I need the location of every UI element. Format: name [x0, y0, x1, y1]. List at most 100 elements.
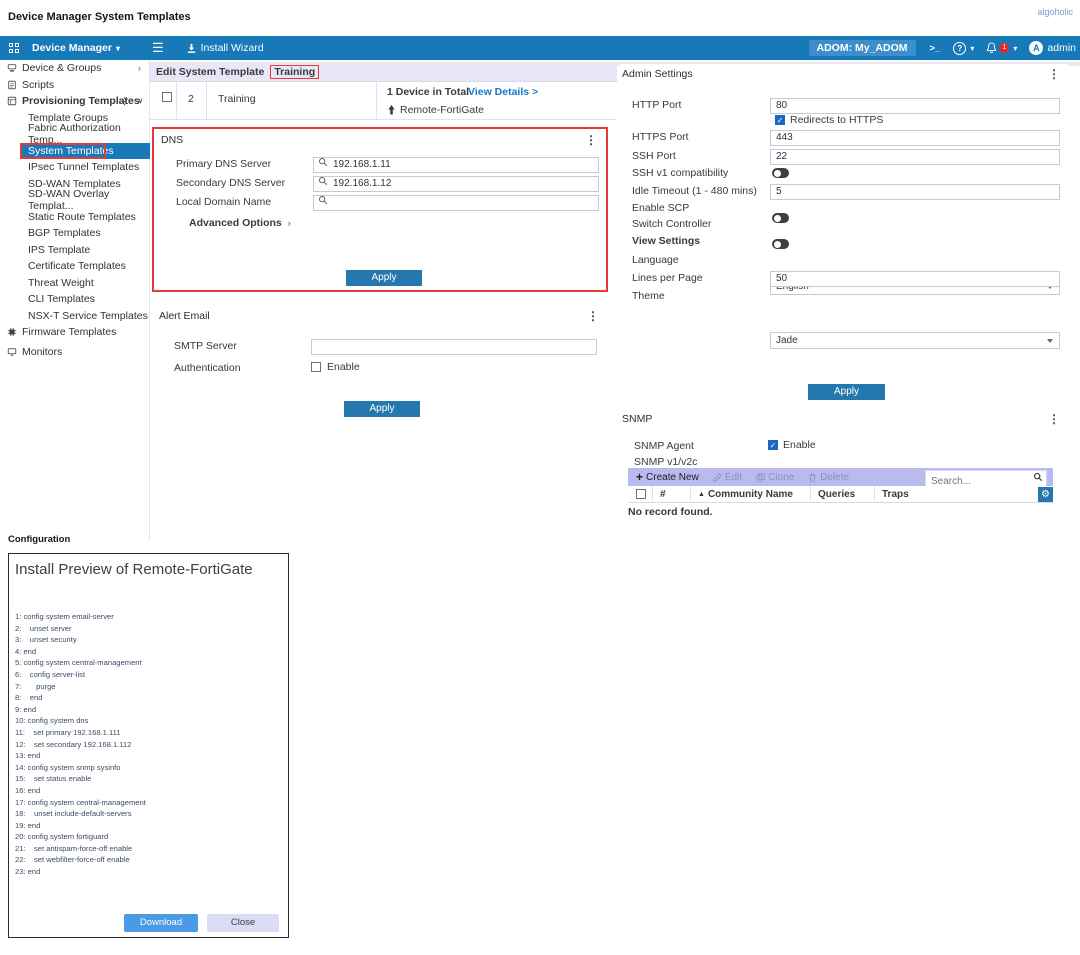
idle-timeout-input[interactable] — [770, 183, 1060, 200]
primary-dns-field-wrap — [313, 154, 599, 173]
config-line: 23: end — [15, 867, 41, 877]
admin-settings-kebab-menu-icon[interactable]: ⋮ — [1048, 68, 1060, 80]
sidebar-item-label: CLI Templates — [28, 293, 95, 306]
column-community-name[interactable]: ▲ Community Name — [698, 489, 793, 500]
sidebar-item-device-groups[interactable]: Device & Groups › — [0, 60, 149, 77]
dns-apply-button[interactable]: Apply — [346, 270, 422, 286]
chevron-down-icon — [1047, 339, 1053, 343]
sidebar-item-label: Certificate Templates — [28, 260, 126, 273]
enable-scp-toggle[interactable] — [772, 213, 789, 223]
sidebar-item-ips-template[interactable]: IPS Template — [0, 242, 149, 259]
secondary-dns-input[interactable] — [313, 175, 599, 192]
apps-grid-icon[interactable] — [9, 43, 19, 53]
search-icon — [319, 196, 328, 205]
snmp-kebab-menu-icon[interactable]: ⋮ — [1048, 413, 1060, 425]
download-button[interactable]: Download — [124, 914, 198, 932]
view-details-link[interactable]: View Details > — [468, 86, 538, 98]
cli-console-icon[interactable]: >_ — [930, 43, 941, 54]
local-domain-input[interactable] — [313, 194, 599, 211]
sidebar-item-provisioning-templates[interactable]: Provisioning Templates ⋮ ∨ — [0, 93, 149, 110]
top-navbar: Device Manager ▾ ☰ Install Wizard ADOM: … — [0, 36, 1080, 60]
dns-kebab-menu-icon[interactable]: ⋮ — [585, 134, 597, 146]
firmware-templates-icon — [7, 328, 17, 337]
admin-settings-panel: Admin Settings ⋮ HTTP Port ✓ Redirects t… — [620, 64, 1068, 404]
sidebar-item-label: Firmware Templates — [22, 326, 117, 339]
row-checkbox[interactable] — [162, 92, 172, 102]
help-menu[interactable]: ? ▾ — [953, 41, 975, 55]
sidebar-item-fabric-authorization[interactable]: Fabric Authorization Temp... — [0, 122, 149, 146]
sidebar-item-label: Threat Weight — [28, 276, 94, 289]
language-label: Language — [632, 254, 679, 266]
device-name: Remote-FortiGate — [400, 104, 485, 116]
avatar: A — [1029, 41, 1044, 55]
sidebar-item-label: IPS Template — [28, 243, 91, 256]
user-menu[interactable]: A admin — [1029, 41, 1076, 55]
config-line: 20: config system fortiguard — [15, 832, 109, 842]
config-line: 8: end — [15, 693, 43, 703]
caret-down-icon: ▾ — [970, 43, 975, 53]
create-new-button[interactable]: + Create New — [636, 470, 699, 484]
admin-settings-apply-button[interactable]: Apply — [808, 384, 885, 400]
chevron-expanded-icon[interactable]: ∨ — [138, 97, 143, 105]
close-button[interactable]: Close — [207, 914, 279, 932]
clone-button[interactable]: Clone — [756, 472, 794, 483]
plus-icon: + — [636, 470, 644, 484]
column-index[interactable]: # — [660, 489, 666, 500]
sidebar-item-static-route-templates[interactable]: Static Route Templates — [0, 209, 149, 226]
config-line: 6: config server-list — [15, 669, 86, 679]
install-wizard-button[interactable]: Install Wizard — [186, 42, 264, 54]
chevron-right-icon: › — [138, 63, 141, 74]
sidebar-item-sdwan-overlay-templates[interactable]: SD-WAN Overlay Templat... — [0, 188, 149, 212]
https-port-input[interactable] — [770, 129, 1060, 146]
sidebar-item-cli-templates[interactable]: CLI Templates — [0, 291, 149, 308]
sshv1-toggle[interactable] — [772, 168, 789, 178]
hamburger-menu-icon[interactable]: ☰ — [152, 40, 164, 56]
column-traps[interactable]: Traps — [882, 489, 909, 500]
select-all-checkbox[interactable] — [636, 489, 646, 499]
sidebar-item-threat-weight[interactable]: Threat Weight — [0, 275, 149, 292]
sidebar-item-label: Monitors — [22, 345, 63, 358]
switch-controller-toggle[interactable] — [772, 239, 789, 249]
sidebar-item-ipsec-tunnel-templates[interactable]: IPsec Tunnel Templates — [0, 159, 149, 176]
sidebar-item-certificate-templates[interactable]: Certificate Templates — [0, 258, 149, 275]
snmp-agent-checkbox[interactable]: ✓ — [768, 440, 778, 450]
adom-button[interactable]: ADOM: My_ADOM — [808, 40, 916, 56]
theme-select[interactable]: Jade — [770, 332, 1060, 349]
ssh-port-input[interactable] — [770, 148, 1060, 165]
config-line: 17: config system central-management — [15, 797, 146, 807]
authentication-enable-checkbox[interactable] — [311, 362, 321, 372]
sidebar-item-bgp-templates[interactable]: BGP Templates — [0, 225, 149, 242]
fortimanager-page: Device Manager System Templates algoholi… — [0, 0, 1080, 955]
sidebar-item-system-templates[interactable]: System Templates — [20, 142, 150, 159]
sidebar-item-label: Scripts — [22, 78, 55, 91]
config-preview-code: 1: config system email-server 2: unset s… — [15, 611, 146, 878]
sidebar-item-label: IPsec Tunnel Templates — [28, 161, 140, 174]
smtp-server-field-wrap — [311, 336, 597, 355]
sidebar-item-firmware-templates[interactable]: Firmware Templates — [0, 324, 149, 341]
device-manager-menu[interactable]: Device Manager ▾ — [32, 42, 120, 54]
search-input[interactable] — [926, 475, 1046, 487]
row-index: 2 — [188, 93, 194, 105]
config-line: 15: set status enable — [15, 774, 92, 784]
alert-email-kebab-menu-icon[interactable]: ⋮ — [587, 310, 599, 322]
edit-button[interactable]: Edit — [713, 472, 742, 483]
local-domain-label: Local Domain Name — [176, 196, 272, 208]
smtp-server-input[interactable] — [311, 338, 597, 355]
lines-per-page-input[interactable] — [770, 270, 1060, 287]
dns-advanced-options[interactable]: Advanced Options › — [189, 217, 291, 229]
adom-label: ADOM: My_ADOM — [816, 42, 908, 54]
kebab-menu-icon[interactable]: ⋮ — [120, 96, 129, 107]
column-settings-gear-icon[interactable]: ⚙ — [1038, 487, 1053, 502]
primary-dns-input[interactable] — [313, 156, 599, 173]
sidebar-item-nsxt-service-templates[interactable]: NSX-T Service Templates — [0, 308, 149, 325]
theme-value: Jade — [776, 335, 798, 346]
sidebar-item-monitors[interactable]: Monitors — [0, 344, 149, 361]
notifications-menu[interactable]: 1 ▾ — [986, 42, 1017, 54]
http-port-input[interactable] — [770, 97, 1060, 114]
column-queries[interactable]: Queries — [818, 489, 855, 500]
provisioning-templates-icon — [7, 97, 17, 106]
alert-email-apply-button[interactable]: Apply — [344, 401, 420, 417]
redirects-https-checkbox[interactable]: ✓ — [775, 115, 785, 125]
delete-button[interactable]: Delete — [808, 472, 849, 483]
sidebar-item-scripts[interactable]: Scripts — [0, 77, 149, 94]
